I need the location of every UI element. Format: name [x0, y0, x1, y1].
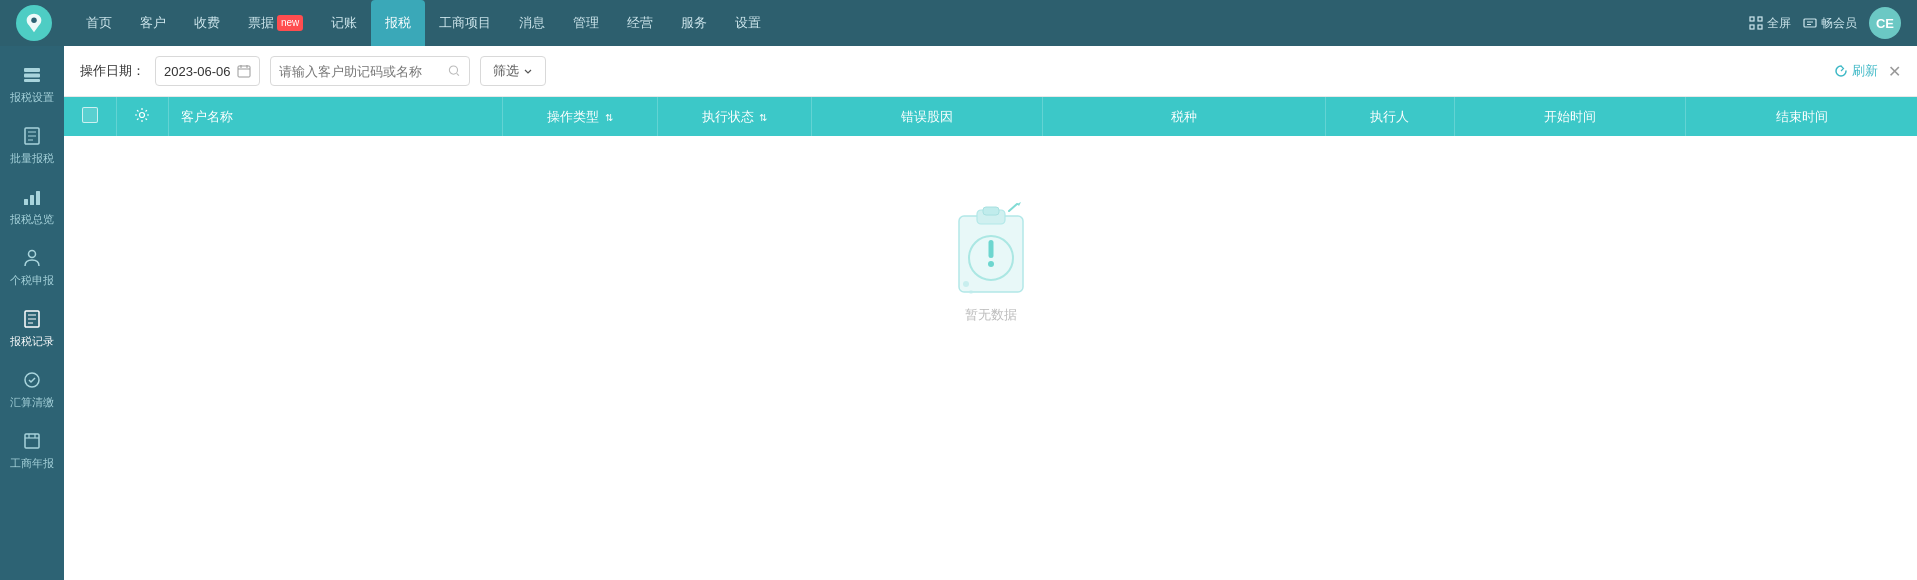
main-layout: 报税设置 批量报税 报税总览	[0, 46, 1917, 580]
gear-icon	[134, 107, 150, 123]
sidebar-item-tax-settings[interactable]: 报税设置	[0, 54, 64, 115]
data-table: 客户名称 操作类型 ⇅ 执行状态 ⇅ 错误股因 税种 执行人 开始时间	[64, 97, 1917, 364]
svg-rect-16	[25, 434, 39, 448]
nav-customer[interactable]: 客户	[126, 0, 180, 46]
sidebar-item-annual-report[interactable]: 工商年报	[0, 420, 64, 481]
col-executor-header: 执行人	[1326, 97, 1455, 136]
svg-rect-6	[24, 68, 40, 72]
empty-row: 暂无数据	[64, 136, 1917, 364]
top-navigation: 首页 客户 收费 票据 new 记账 报税 工商项目 消息 管理 经营 服务 设…	[0, 0, 1917, 46]
svg-rect-4	[1758, 25, 1762, 29]
svg-point-28	[963, 281, 969, 287]
search-box[interactable]	[270, 56, 470, 86]
svg-point-19	[140, 113, 145, 118]
date-picker[interactable]: 2023-06-06	[155, 56, 260, 86]
invoice-badge: new	[277, 15, 303, 31]
col-gear[interactable]	[116, 97, 169, 136]
person-icon	[21, 247, 43, 269]
toolbar: 操作日期： 2023-06-06 筛选	[64, 46, 1917, 97]
col-client-header: 客户名称	[169, 97, 503, 136]
svg-rect-17	[238, 66, 250, 77]
svg-marker-27	[1017, 202, 1021, 206]
empty-state: 暂无数据	[64, 136, 1917, 364]
settings-icon	[21, 64, 43, 86]
nav-services[interactable]: 服务	[667, 0, 721, 46]
chevron-down-icon	[523, 66, 533, 76]
col-start-header: 开始时间	[1454, 97, 1685, 136]
col-optype-header[interactable]: 操作类型 ⇅	[503, 97, 657, 136]
svg-rect-8	[24, 79, 40, 82]
nav-billing[interactable]: 收费	[180, 0, 234, 46]
col-checkbox[interactable]	[64, 97, 116, 136]
col-status-header[interactable]: 执行状态 ⇅	[657, 97, 811, 136]
svg-line-26	[1009, 204, 1017, 211]
svg-rect-7	[24, 74, 40, 78]
nav-right: 全屏 畅会员 CE	[1749, 7, 1901, 39]
batch-icon	[21, 125, 43, 147]
sidebar-item-settlement[interactable]: 汇算清缴	[0, 359, 64, 420]
nav-items: 首页 客户 收费 票据 new 记账 报税 工商项目 消息 管理 经营 服务 设…	[72, 0, 1749, 46]
nav-messages[interactable]: 消息	[505, 0, 559, 46]
nav-operations[interactable]: 经营	[613, 0, 667, 46]
svg-point-18	[449, 66, 457, 74]
svg-rect-10	[24, 199, 28, 205]
svg-rect-11	[30, 195, 34, 205]
close-button[interactable]: ✕	[1888, 62, 1901, 81]
sidebar-item-batch-tax[interactable]: 批量报税	[0, 115, 64, 176]
filter-button[interactable]: 筛选	[480, 56, 546, 86]
sidebar: 报税设置 批量报税 报税总览	[0, 46, 64, 580]
annual-icon	[21, 430, 43, 452]
records-icon	[21, 308, 43, 330]
empty-illustration	[941, 196, 1041, 306]
sidebar-item-individual-tax[interactable]: 个税申报	[0, 237, 64, 298]
svg-rect-12	[36, 191, 40, 205]
app-logo[interactable]	[16, 5, 52, 41]
refresh-icon	[1834, 64, 1848, 78]
table-body: 暂无数据	[64, 136, 1917, 364]
nav-invoice[interactable]: 票据 new	[234, 0, 317, 46]
col-error-header: 错误股因	[811, 97, 1042, 136]
svg-rect-3	[1750, 25, 1754, 29]
empty-text: 暂无数据	[965, 306, 1017, 324]
col-tax-header: 税种	[1043, 97, 1326, 136]
settlement-icon	[21, 369, 43, 391]
svg-rect-1	[1750, 17, 1754, 21]
sidebar-item-tax-records[interactable]: 报税记录	[0, 298, 64, 359]
nav-management[interactable]: 管理	[559, 0, 613, 46]
svg-rect-24	[988, 240, 993, 258]
search-icon	[448, 64, 461, 78]
sidebar-item-tax-summary[interactable]: 报税总览	[0, 176, 64, 237]
nav-business[interactable]: 工商项目	[425, 0, 505, 46]
table-header-row: 客户名称 操作类型 ⇅ 执行状态 ⇅ 错误股因 税种 执行人 开始时间	[64, 97, 1917, 136]
svg-rect-5	[1804, 19, 1816, 27]
optype-sort-icon: ⇅	[605, 112, 613, 123]
svg-point-29	[969, 290, 973, 294]
avatar[interactable]: CE	[1869, 7, 1901, 39]
status-sort-icon: ⇅	[759, 112, 767, 123]
nav-home[interactable]: 首页	[72, 0, 126, 46]
svg-point-13	[29, 251, 36, 258]
calendar-icon	[237, 64, 251, 78]
header-checkbox[interactable]	[82, 107, 98, 123]
main-content: 操作日期： 2023-06-06 筛选	[64, 46, 1917, 580]
svg-point-0	[31, 18, 37, 24]
svg-rect-2	[1758, 17, 1762, 21]
member-button[interactable]: 畅会员	[1803, 15, 1857, 32]
nav-tax[interactable]: 报税	[371, 0, 425, 46]
table-wrap: 客户名称 操作类型 ⇅ 执行状态 ⇅ 错误股因 税种 执行人 开始时间	[64, 97, 1917, 580]
svg-rect-22	[983, 207, 999, 215]
nav-settings[interactable]: 设置	[721, 0, 775, 46]
search-input[interactable]	[279, 64, 444, 79]
col-end-header: 结束时间	[1686, 97, 1917, 136]
summary-icon	[21, 186, 43, 208]
date-label: 操作日期：	[80, 62, 145, 80]
toolbar-right: 刷新 ✕	[1834, 62, 1901, 81]
nav-bookkeeping[interactable]: 记账	[317, 0, 371, 46]
refresh-button[interactable]: 刷新	[1834, 62, 1878, 80]
fullscreen-button[interactable]: 全屏	[1749, 15, 1791, 32]
svg-point-25	[988, 261, 994, 267]
